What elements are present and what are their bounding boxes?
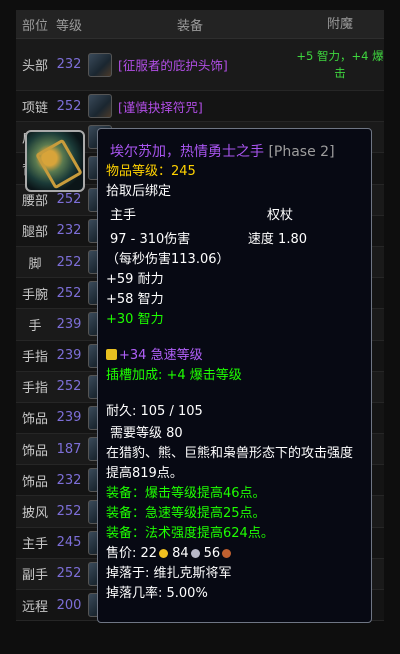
slot-label: 主手 bbox=[21, 537, 48, 553]
copper-coin-icon bbox=[222, 549, 232, 558]
tooltip-type: 权杖 bbox=[266, 208, 293, 223]
tooltip-enchant: +30 智力 bbox=[106, 312, 164, 327]
slot-label: 头部 bbox=[21, 59, 48, 74]
tooltip-slot: 主手 bbox=[110, 208, 137, 223]
table-row[interactable]: 项链 252 [谨慎抉择符咒] bbox=[16, 91, 384, 123]
header-slot: 部位 bbox=[21, 18, 48, 34]
tooltip-equip-3: 装备：法术强度提高624点。 bbox=[106, 526, 274, 541]
slot-label: 手指 bbox=[21, 381, 48, 397]
item-level-label: 物品等级： bbox=[106, 164, 172, 179]
item-name-link[interactable]: [征服者的庇护头饰] bbox=[118, 55, 228, 74]
gear-item-icon[interactable] bbox=[88, 52, 112, 77]
tooltip-item-level-line: 物品等级：245 bbox=[106, 162, 361, 182]
tooltip-durability: 耐久: 105 / 105 bbox=[106, 404, 203, 419]
item-level: 239 bbox=[56, 410, 82, 426]
tooltip-dps: （每秒伤害113.06） bbox=[106, 252, 230, 267]
gold-coin-icon bbox=[159, 549, 169, 558]
tooltip-stat-stamina: +59 耐力 bbox=[106, 272, 164, 287]
gear-item-icon[interactable] bbox=[88, 94, 112, 119]
table-header: 部位 等级 装备 附魔 bbox=[16, 10, 384, 39]
item-cell[interactable]: [征服者的庇护头饰] bbox=[84, 52, 296, 77]
item-level: 187 bbox=[56, 441, 82, 457]
tooltip-drop-from: 掉落于: 维扎克斯将军 bbox=[106, 566, 232, 581]
item-level: 252 bbox=[56, 192, 82, 208]
tooltip-desc-1: 在猎豹、熊、巨熊和枭兽形态下的攻击强度 bbox=[106, 446, 354, 461]
enchant-text: +5 智力，+4 爆击 bbox=[296, 48, 384, 80]
slot-label: 手 bbox=[28, 318, 42, 334]
slot-label: 手腕 bbox=[21, 287, 48, 303]
silver-coin-icon bbox=[190, 549, 200, 558]
item-level: 232 bbox=[56, 472, 82, 488]
slot-label: 腿部 bbox=[21, 225, 48, 241]
slot-label: 饰品 bbox=[21, 443, 48, 459]
slot-label: 手指 bbox=[21, 350, 48, 366]
item-level: 232 bbox=[56, 223, 82, 239]
slot-label: 饰品 bbox=[21, 474, 48, 490]
price-gold: 22 bbox=[140, 546, 158, 561]
item-level: 252 bbox=[56, 379, 82, 395]
item-level: 200 bbox=[56, 597, 82, 613]
item-level: 252 bbox=[56, 285, 82, 301]
tooltip-title-line: 埃尔苏加，热情勇士之手 [Phase 2] bbox=[106, 142, 361, 162]
tooltip-desc-2: 提高819点。 bbox=[106, 466, 183, 481]
slot-label: 饰品 bbox=[21, 412, 48, 428]
item-tooltip: 埃尔苏加，热情勇士之手 [Phase 2] 物品等级：245 拾取后绑定 主手 … bbox=[97, 128, 372, 623]
tooltip-gem: +34 急速等级 bbox=[119, 348, 203, 363]
price-label: 售价: bbox=[106, 546, 141, 561]
tooltip-price: 售价: 22 84 56 bbox=[106, 544, 361, 564]
tooltip-damage-speed: 97 - 310伤害 速度 1.80 bbox=[106, 230, 361, 250]
table-row[interactable]: 头部 232 [征服者的庇护头饰] +5 智力，+4 爆击 bbox=[16, 39, 384, 91]
item-level: 252 bbox=[56, 254, 82, 270]
tooltip-bind: 拾取后绑定 bbox=[106, 184, 172, 199]
tooltip-equip-2: 装备：急速等级提高25点。 bbox=[106, 506, 266, 521]
header-enchant: 附魔 bbox=[326, 16, 353, 32]
tooltip-drop-rate: 掉落几率: 5.00% bbox=[106, 586, 208, 601]
item-level: 245 bbox=[56, 535, 82, 551]
price-copper: 56 bbox=[203, 546, 221, 561]
slot-label: 脚 bbox=[28, 256, 42, 272]
item-level: 252 bbox=[56, 566, 82, 582]
price-silver: 84 bbox=[172, 546, 189, 561]
slot-label: 腰部 bbox=[21, 194, 48, 210]
tooltip-gem-line: +34 急速等级 bbox=[106, 346, 361, 366]
tooltip-equip-1: 装备：爆击等级提高46点。 bbox=[106, 486, 266, 501]
item-name-link[interactable]: [谨慎抉择符咒] bbox=[118, 97, 203, 116]
slot-label: 披风 bbox=[21, 506, 48, 522]
tooltip-speed: 速度 1.80 bbox=[247, 232, 307, 247]
slot-label: 副手 bbox=[21, 568, 48, 584]
item-level-value: 245 bbox=[171, 164, 196, 179]
item-level: 252 bbox=[56, 98, 82, 114]
tooltip-stat-intellect: +58 智力 bbox=[106, 292, 164, 307]
tooltip-phase: [Phase 2] bbox=[268, 144, 335, 160]
header-level: 等级 bbox=[55, 18, 82, 34]
slot-label: 项链 bbox=[21, 100, 48, 116]
slot-label: 远程 bbox=[21, 599, 48, 615]
item-level: 232 bbox=[56, 57, 82, 72]
item-level: 239 bbox=[56, 316, 82, 332]
item-level: 239 bbox=[56, 348, 82, 364]
tooltip-required-level: 需要等级 80 bbox=[110, 426, 183, 441]
tooltip-slot-type: 主手 权杖 bbox=[106, 206, 361, 226]
tooltip-damage: 97 - 310伤害 bbox=[110, 232, 191, 247]
item-level: 252 bbox=[56, 504, 82, 520]
scepter-icon bbox=[25, 130, 85, 192]
item-cell[interactable]: [谨慎抉择符咒] bbox=[84, 94, 296, 119]
tooltip-socket-bonus: 插槽加成: +4 爆击等级 bbox=[106, 368, 242, 383]
tooltip-item-name: 埃尔苏加，热情勇士之手 bbox=[110, 144, 264, 160]
header-item: 装备 bbox=[176, 18, 203, 34]
yellow-gem-icon bbox=[106, 349, 117, 360]
